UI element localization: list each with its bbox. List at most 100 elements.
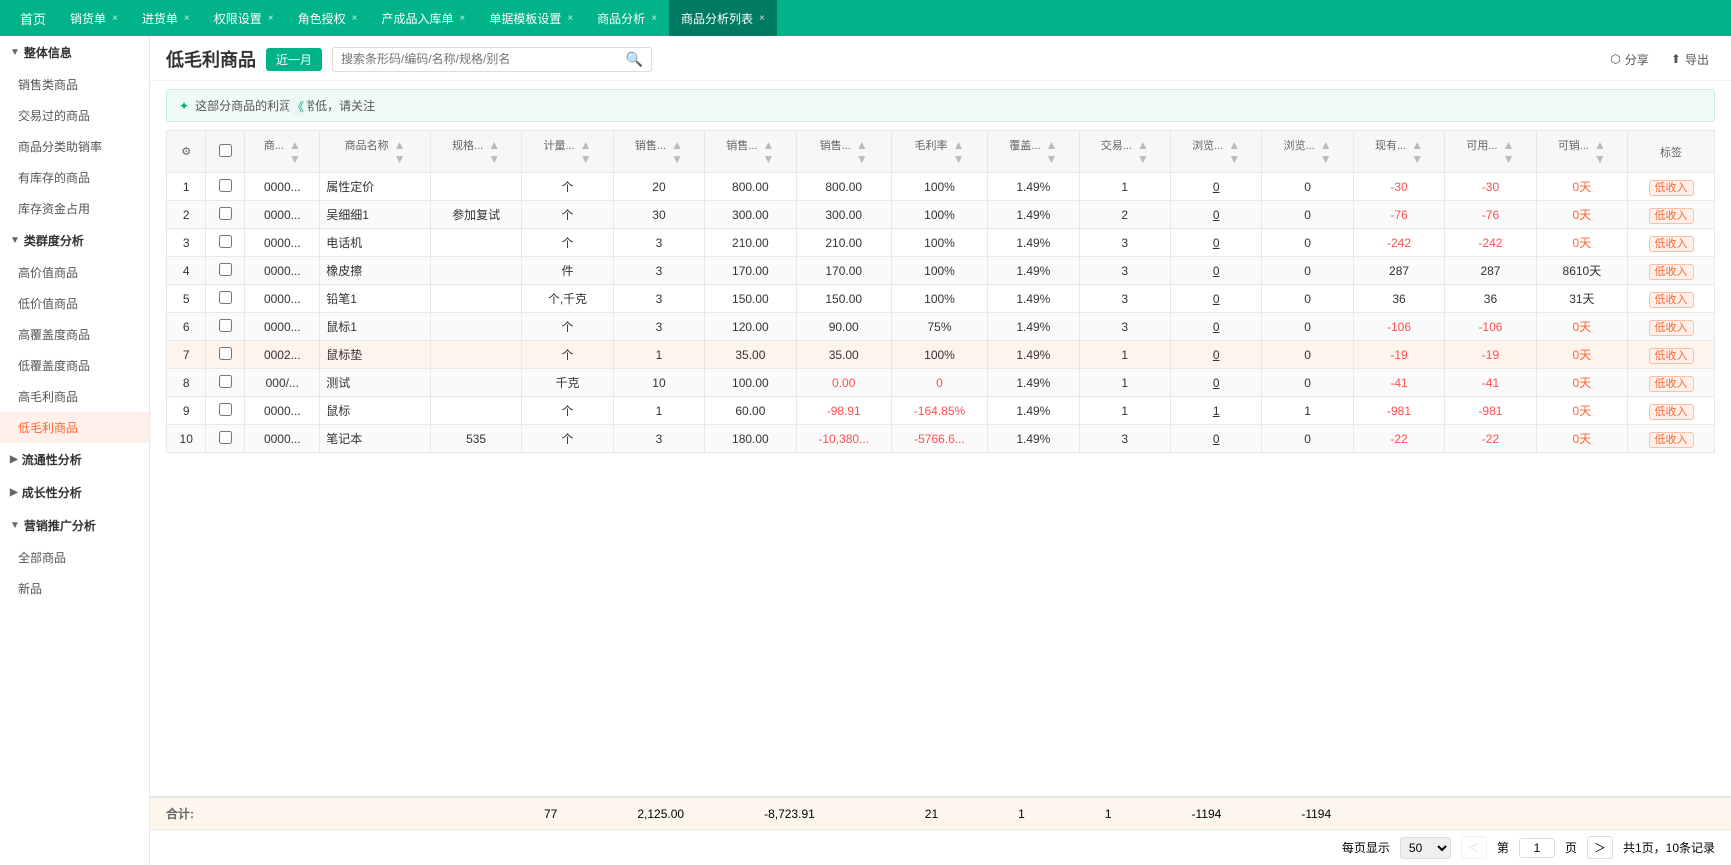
col-unit[interactable]: 计量... ▲▼ bbox=[522, 131, 613, 173]
row-sale3: 800.00 bbox=[796, 173, 891, 201]
row-checkbox[interactable] bbox=[219, 235, 232, 248]
close-icon[interactable]: × bbox=[459, 13, 465, 24]
sidebar-item-traded-goods[interactable]: 交易过的商品 bbox=[0, 100, 149, 131]
col-avail[interactable]: 可用... ▲▼ bbox=[1445, 131, 1536, 173]
sidebar-group-flow[interactable]: ▶ 流通性分析 bbox=[0, 443, 149, 476]
search-icon[interactable]: 🔍 bbox=[626, 51, 643, 68]
row-browse1[interactable]: 0 bbox=[1170, 425, 1261, 453]
nav-item-analysis-list[interactable]: 商品分析列表 × bbox=[669, 0, 777, 36]
share-button[interactable]: ⬡ 分享 bbox=[1604, 48, 1655, 71]
nav-item-analysis[interactable]: 商品分析 × bbox=[585, 0, 669, 36]
row-checkbox[interactable] bbox=[219, 319, 232, 332]
sidebar-item-sales-goods[interactable]: 销售类商品 bbox=[0, 69, 149, 100]
row-browse1[interactable]: 1 bbox=[1170, 397, 1261, 425]
row-browse1[interactable]: 0 bbox=[1170, 369, 1261, 397]
col-stock[interactable]: 现有... ▲▼ bbox=[1353, 131, 1444, 173]
sidebar-collapse-button[interactable]: 《 bbox=[288, 96, 308, 116]
nav-item-permission[interactable]: 权限设置 × bbox=[202, 0, 286, 36]
sidebar-item-low-margin[interactable]: 低毛利商品 bbox=[0, 412, 149, 443]
row-checkbox-cell[interactable] bbox=[206, 313, 245, 341]
sidebar-group-growth[interactable]: ▶ 成长性分析 bbox=[0, 476, 149, 509]
col-browse2[interactable]: 浏览... ▲▼ bbox=[1262, 131, 1353, 173]
row-gross: -5766.6... bbox=[891, 425, 987, 453]
col-checkbox[interactable] bbox=[206, 131, 245, 173]
col-sale3[interactable]: 销售... ▲▼ bbox=[796, 131, 891, 173]
row-checkbox[interactable] bbox=[219, 403, 232, 416]
col-settings[interactable]: ⚙ bbox=[167, 131, 206, 173]
row-checkbox-cell[interactable] bbox=[206, 397, 245, 425]
row-browse1[interactable]: 0 bbox=[1170, 341, 1261, 369]
row-browse1[interactable]: 0 bbox=[1170, 257, 1261, 285]
row-trade: 3 bbox=[1079, 425, 1170, 453]
row-checkbox[interactable] bbox=[219, 263, 232, 276]
sidebar-item-high-coverage[interactable]: 高覆盖度商品 bbox=[0, 319, 149, 350]
per-page-select[interactable]: 50 100 200 bbox=[1400, 837, 1451, 859]
col-sale1[interactable]: 销售... ▲▼ bbox=[613, 131, 704, 173]
row-browse1[interactable]: 0 bbox=[1170, 285, 1261, 313]
sidebar-item-category-rate[interactable]: 商品分类助销率 bbox=[0, 131, 149, 162]
row-checkbox[interactable] bbox=[219, 375, 232, 388]
row-browse1[interactable]: 0 bbox=[1170, 229, 1261, 257]
close-icon[interactable]: × bbox=[112, 13, 118, 24]
col-sale2[interactable]: 销售... ▲▼ bbox=[705, 131, 796, 173]
col-code[interactable]: 商... ▲▼ bbox=[245, 131, 320, 173]
sidebar-item-low-value[interactable]: 低价值商品 bbox=[0, 288, 149, 319]
row-checkbox-cell[interactable] bbox=[206, 201, 245, 229]
nav-item-home[interactable]: 首页 bbox=[8, 0, 58, 36]
col-cover[interactable]: 覆盖... ▲▼ bbox=[988, 131, 1079, 173]
row-checkbox[interactable] bbox=[219, 207, 232, 220]
col-name[interactable]: 商品名称 ▲▼ bbox=[320, 131, 431, 173]
next-page-button[interactable]: ＞ bbox=[1587, 836, 1613, 859]
col-trade[interactable]: 交易... ▲▼ bbox=[1079, 131, 1170, 173]
row-checkbox-cell[interactable] bbox=[206, 341, 245, 369]
row-checkbox[interactable] bbox=[219, 179, 232, 192]
row-browse1[interactable]: 0 bbox=[1170, 313, 1261, 341]
row-checkbox[interactable] bbox=[219, 347, 232, 360]
nav-item-sales[interactable]: 销货单 × bbox=[58, 0, 130, 36]
row-browse1[interactable]: 0 bbox=[1170, 201, 1261, 229]
sidebar-item-all-goods[interactable]: 全部商品 bbox=[0, 542, 149, 573]
close-icon[interactable]: × bbox=[352, 13, 358, 24]
close-icon[interactable]: × bbox=[268, 13, 274, 24]
row-checkbox[interactable] bbox=[219, 291, 232, 304]
nav-item-product-inbound[interactable]: 产成品入库单 × bbox=[369, 0, 477, 36]
sidebar-item-stock-capital[interactable]: 库存资金占用 bbox=[0, 193, 149, 224]
row-checkbox-cell[interactable] bbox=[206, 369, 245, 397]
row-avail: 287 bbox=[1445, 257, 1536, 285]
row-checkbox-cell[interactable] bbox=[206, 425, 245, 453]
close-icon[interactable]: × bbox=[567, 13, 573, 24]
sidebar-group-overall[interactable]: ▼ 整体信息 bbox=[0, 36, 149, 69]
sidebar-item-high-margin[interactable]: 高毛利商品 bbox=[0, 381, 149, 412]
close-icon[interactable]: × bbox=[651, 13, 657, 24]
col-sellable[interactable]: 可销... ▲▼ bbox=[1536, 131, 1627, 173]
page-number-input[interactable] bbox=[1519, 838, 1555, 858]
nav-item-purchase[interactable]: 进货单 × bbox=[130, 0, 202, 36]
filter-recent-month-button[interactable]: 近一月 bbox=[266, 48, 322, 71]
row-checkbox-cell[interactable] bbox=[206, 229, 245, 257]
row-checkbox-cell[interactable] bbox=[206, 173, 245, 201]
row-checkbox[interactable] bbox=[219, 431, 232, 444]
row-checkbox-cell[interactable] bbox=[206, 257, 245, 285]
close-icon[interactable]: × bbox=[759, 13, 765, 24]
sidebar-item-low-coverage[interactable]: 低覆盖度商品 bbox=[0, 350, 149, 381]
row-browse1[interactable]: 0 bbox=[1170, 173, 1261, 201]
nav-item-role[interactable]: 角色授权 × bbox=[286, 0, 370, 36]
close-icon[interactable]: × bbox=[184, 13, 190, 24]
row-cover: 1.49% bbox=[988, 425, 1079, 453]
search-input[interactable] bbox=[341, 52, 620, 66]
export-button[interactable]: ⬆ 导出 bbox=[1665, 48, 1715, 71]
col-gross[interactable]: 毛利率 ▲▼ bbox=[891, 131, 987, 173]
sidebar-item-high-value[interactable]: 高价值商品 bbox=[0, 257, 149, 288]
prev-page-button[interactable]: ＜ bbox=[1461, 836, 1487, 859]
select-all-checkbox[interactable] bbox=[219, 144, 232, 157]
nav-item-template[interactable]: 单据模板设置 × bbox=[477, 0, 585, 36]
row-checkbox-cell[interactable] bbox=[206, 285, 245, 313]
row-name: 鼠标 bbox=[320, 397, 431, 425]
col-spec[interactable]: 规格... ▲▼ bbox=[430, 131, 521, 173]
sidebar-item-stocked-goods[interactable]: 有库存的商品 bbox=[0, 162, 149, 193]
sidebar-group-cluster[interactable]: ▼ 类群度分析 bbox=[0, 224, 149, 257]
sidebar-group-marketing[interactable]: ▼ 营销推广分析 bbox=[0, 509, 149, 542]
sidebar-item-new-goods[interactable]: 新品 bbox=[0, 573, 149, 604]
data-table-container[interactable]: ⚙ 商... ▲▼ 商品名称 ▲▼ 规格... ▲▼ 计量... ▲▼ 销售..… bbox=[150, 130, 1731, 796]
col-browse1[interactable]: 浏览... ▲▼ bbox=[1170, 131, 1261, 173]
